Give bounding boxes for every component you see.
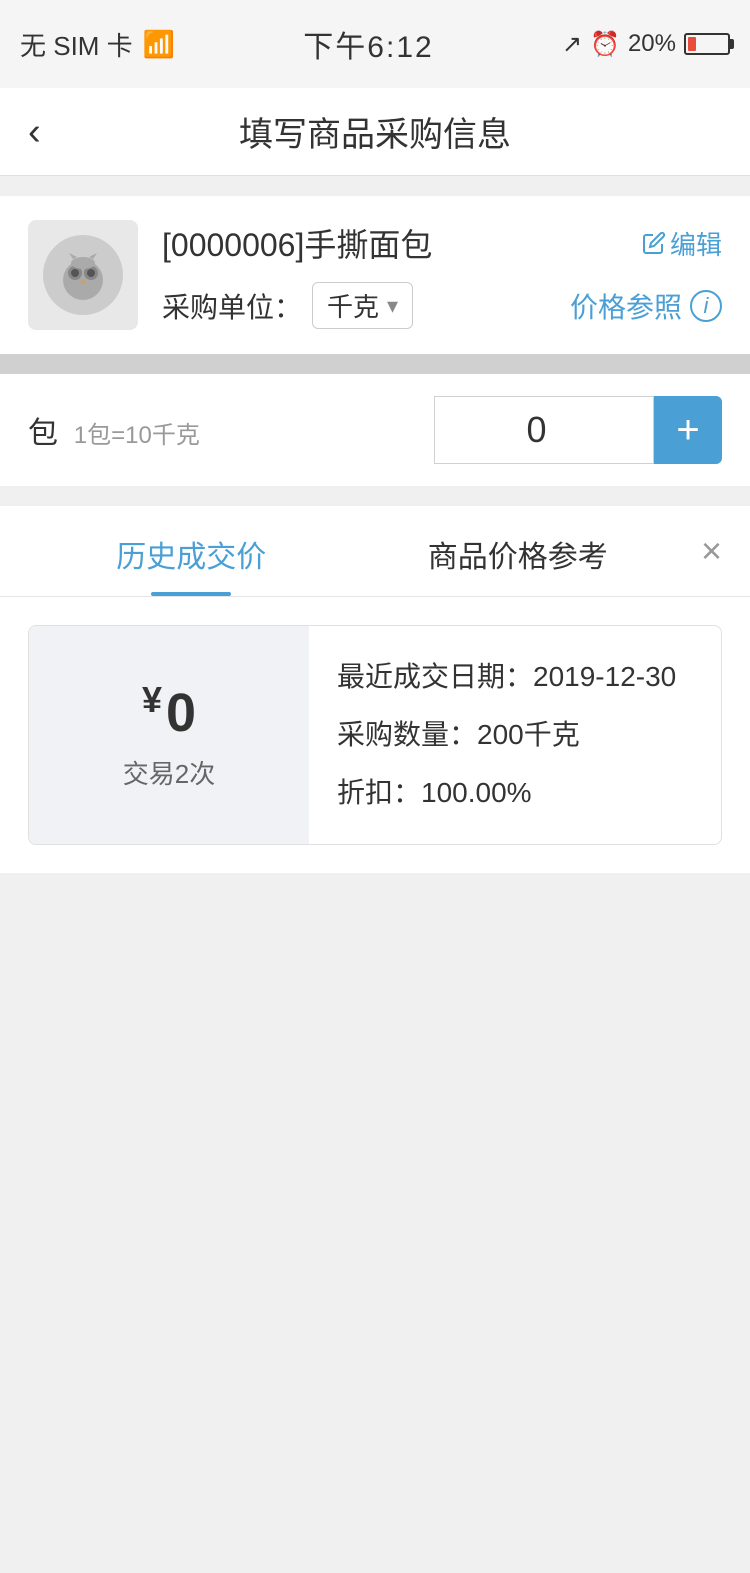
edit-button[interactable]: 编辑 xyxy=(642,225,722,262)
carrier-label: 无 SIM 卡 xyxy=(20,26,133,63)
currency-symbol: ¥ xyxy=(142,679,162,720)
unit-value: 千克 xyxy=(327,287,379,324)
unit-label: 采购单位： xyxy=(162,286,302,326)
recent-date-value: 2019-12-30 xyxy=(533,661,676,692)
discount-label: 折扣： xyxy=(337,777,421,808)
history-price-value: ¥0 xyxy=(142,679,196,744)
product-unit-row: 采购单位： 千克 ▾ 价格参照 i xyxy=(162,282,722,329)
quantity-controls: + xyxy=(434,396,722,464)
price-ref-label: 价格参照 xyxy=(570,286,682,326)
recent-date-row: 最近成交日期：2019-12-30 xyxy=(337,656,693,698)
purchase-qty-label: 采购数量： xyxy=(337,719,477,750)
product-card: [0000006]手撕面包 编辑 采购单位： 千克 ▾ 价格参照 i xyxy=(0,196,750,354)
wifi-icon: 📶 xyxy=(143,29,175,60)
history-trades-count: 交易2次 xyxy=(123,754,215,791)
quantity-plus-button[interactable]: + xyxy=(654,396,722,464)
tab-close-button[interactable]: × xyxy=(681,513,722,589)
product-image xyxy=(28,220,138,330)
quantity-label-section: 包 1包=10千克 xyxy=(28,408,200,452)
info-icon: i xyxy=(690,290,722,322)
section-divider xyxy=(0,354,750,374)
page-title: 填写商品采购信息 xyxy=(239,107,511,156)
edit-label: 编辑 xyxy=(670,225,722,262)
purchase-qty-row: 采购数量：200千克 xyxy=(337,714,693,756)
product-header: [0000006]手撕面包 编辑 xyxy=(162,220,722,266)
product-full-name: [0000006]手撕面包 xyxy=(162,220,432,266)
status-left: 无 SIM 卡 📶 xyxy=(20,26,175,63)
owl-icon xyxy=(53,245,113,305)
nav-bar: ‹ 填写商品采购信息 xyxy=(0,88,750,176)
alarm-icon: ⏰ xyxy=(590,30,620,59)
battery-percent: 20% xyxy=(628,30,676,58)
location-icon: ↗ xyxy=(562,30,582,59)
quantity-row: 包 1包=10千克 + xyxy=(0,374,750,486)
edit-icon xyxy=(642,231,666,255)
history-price-panel: ¥0 交易2次 xyxy=(29,626,309,844)
battery-icon xyxy=(684,33,730,55)
product-thumbnail xyxy=(43,235,123,315)
status-bar: 无 SIM 卡 📶 下午6:12 ↗ ⏰ 20% xyxy=(0,0,750,88)
history-card: ¥0 交易2次 最近成交日期：2019-12-30 采购数量：200千克 折扣：… xyxy=(28,625,722,845)
price-ref-button[interactable]: 价格参照 i xyxy=(570,286,722,326)
history-section: ¥0 交易2次 最近成交日期：2019-12-30 采购数量：200千克 折扣：… xyxy=(0,597,750,873)
status-time: 下午6:12 xyxy=(303,22,433,66)
purchase-qty-value: 200千克 xyxy=(477,719,580,750)
product-info: [0000006]手撕面包 编辑 采购单位： 千克 ▾ 价格参照 i xyxy=(162,220,722,329)
chevron-down-icon: ▾ xyxy=(387,293,398,319)
back-button[interactable]: ‹ xyxy=(28,113,41,151)
discount-row: 折扣：100.00% xyxy=(337,772,693,814)
unit-selector[interactable]: 千克 ▾ xyxy=(312,282,413,329)
recent-date-label: 最近成交日期： xyxy=(337,661,533,692)
history-detail-panel: 最近成交日期：2019-12-30 采购数量：200千克 折扣：100.00% xyxy=(309,626,721,844)
tab-history-price[interactable]: 历史成交价 xyxy=(28,506,354,596)
unit-section: 采购单位： 千克 ▾ xyxy=(162,282,413,329)
quantity-ratio: 1包=10千克 xyxy=(74,422,200,449)
quantity-input[interactable] xyxy=(434,396,654,464)
status-right: ↗ ⏰ 20% xyxy=(562,30,730,59)
tabs-bar: 历史成交价 商品价格参考 × xyxy=(0,506,750,597)
discount-value: 100.00% xyxy=(421,777,532,808)
quantity-unit-label: 包 xyxy=(28,417,58,450)
tab-price-reference[interactable]: 商品价格参考 xyxy=(354,506,680,596)
main-content-area xyxy=(0,873,750,1573)
